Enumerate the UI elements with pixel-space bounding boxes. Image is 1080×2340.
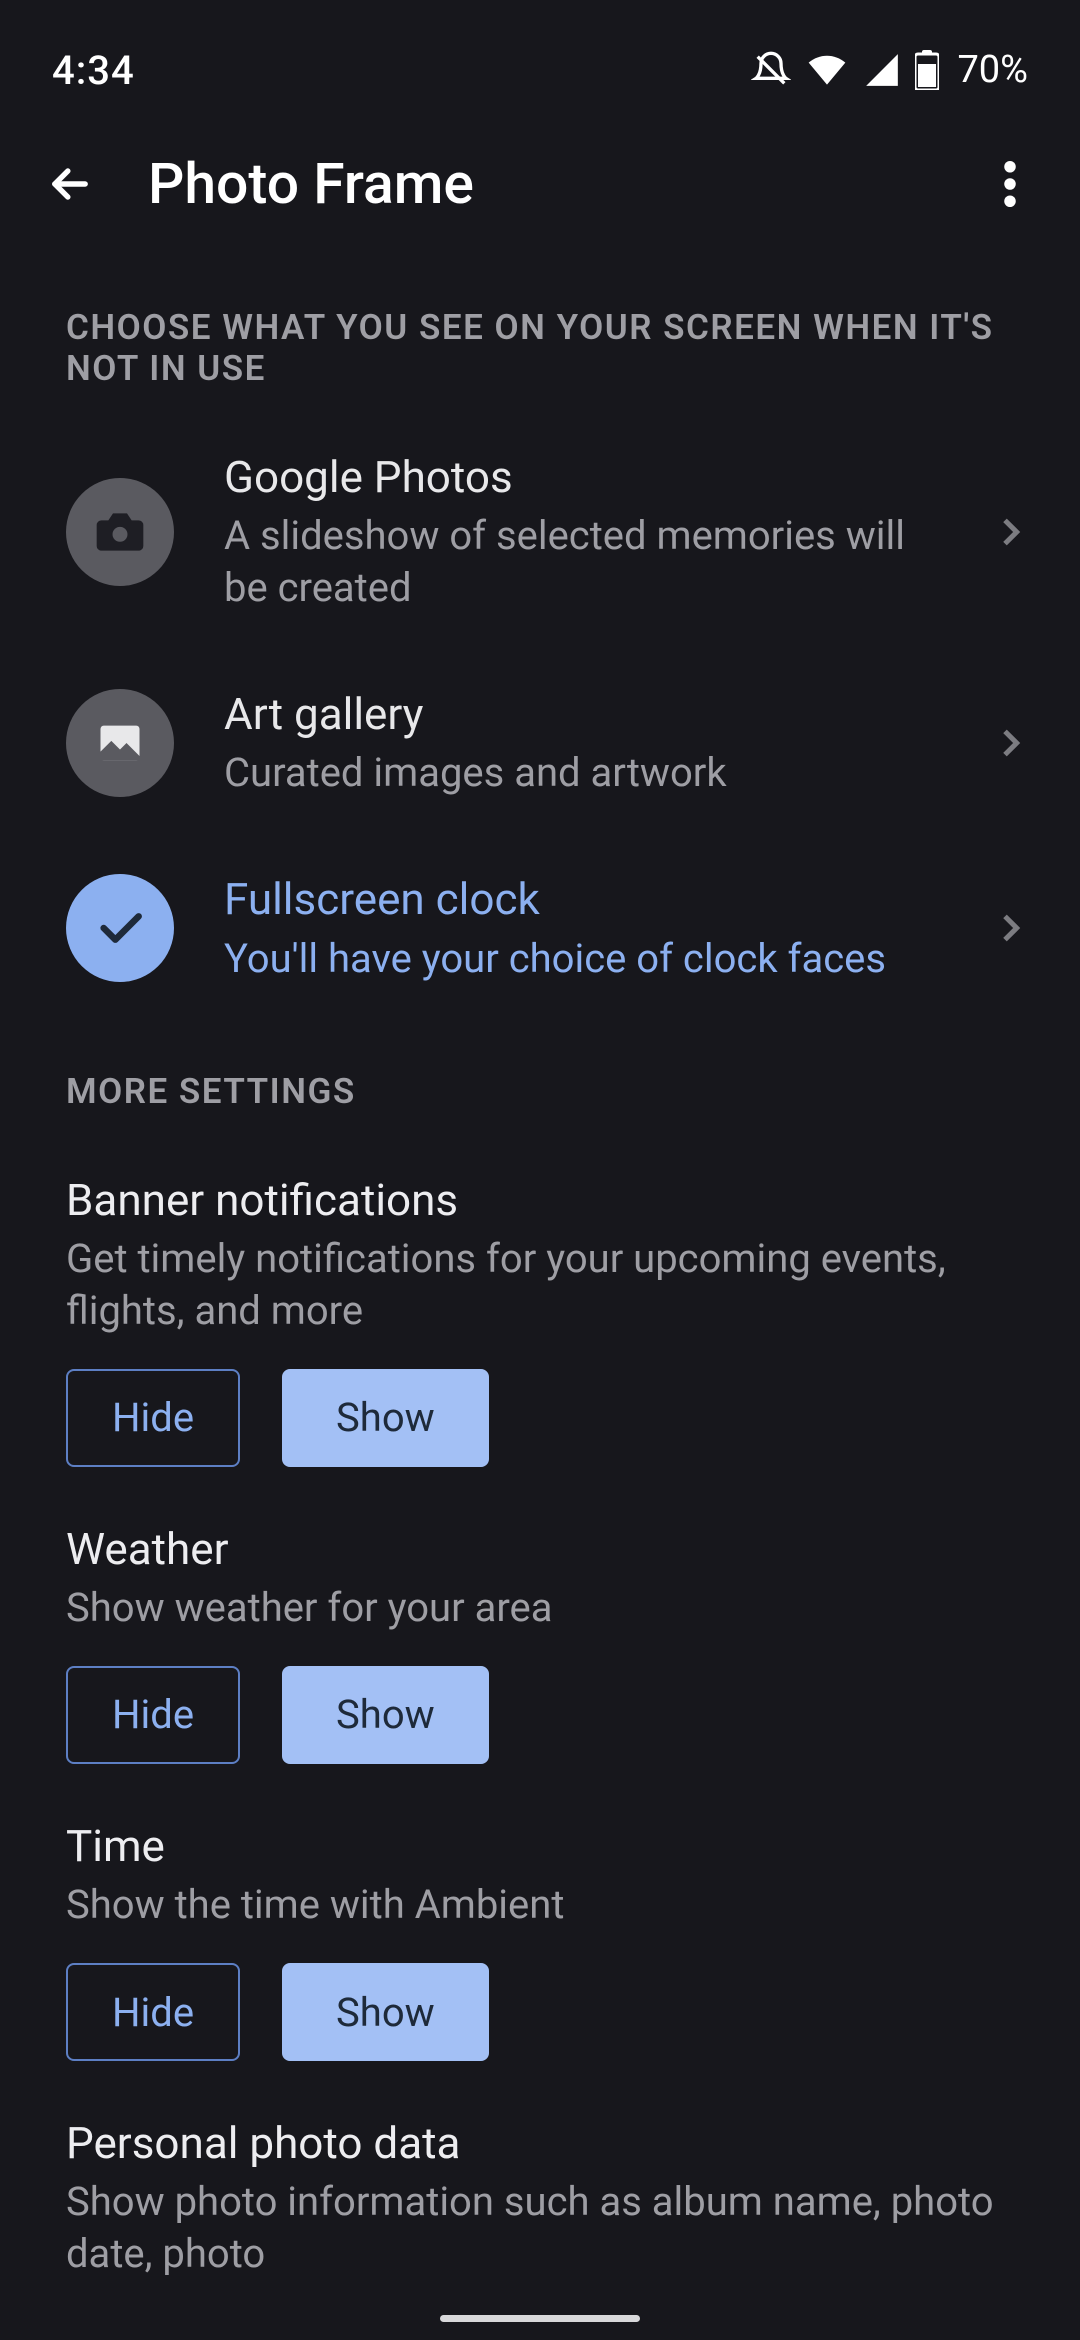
setting-subtitle: Show the time with Ambient xyxy=(66,1879,1014,1931)
option-title: Art gallery xyxy=(224,686,940,743)
dnd-off-icon xyxy=(751,50,791,90)
more-options-button[interactable] xyxy=(980,154,1040,214)
show-button[interactable]: Show xyxy=(282,1369,489,1467)
image-icon xyxy=(66,689,174,797)
setting-personal-photo-data: Personal photo data Show photo informati… xyxy=(0,2079,1080,2298)
section-header-more: MORE SETTINGS xyxy=(0,1021,1080,1136)
hide-button[interactable]: Hide xyxy=(66,1963,240,2061)
clock-text: 4:34 xyxy=(52,47,135,94)
wifi-icon xyxy=(805,48,849,92)
camera-icon xyxy=(66,478,174,586)
setting-title: Banner notifications xyxy=(66,1172,1014,1229)
chevron-right-icon xyxy=(990,512,1030,552)
check-icon xyxy=(66,874,174,982)
back-button[interactable] xyxy=(40,154,100,214)
setting-time: Time Show the time with Ambient Hide Sho… xyxy=(0,1782,1080,2079)
setting-title: Personal photo data xyxy=(66,2115,1014,2172)
battery-icon xyxy=(915,50,939,90)
setting-banner-notifications: Banner notifications Get timely notifica… xyxy=(0,1136,1080,1485)
show-button[interactable]: Show xyxy=(282,1963,489,2061)
setting-title: Weather xyxy=(66,1521,1014,1578)
option-subtitle: You'll have your choice of clock faces xyxy=(224,933,940,985)
hide-button[interactable]: Hide xyxy=(66,1369,240,1467)
chevron-right-icon xyxy=(990,908,1030,948)
more-vertical-icon xyxy=(1004,161,1016,207)
segmented-control: Hide Show xyxy=(66,1666,1014,1764)
status-icons: 70% xyxy=(751,48,1028,92)
status-bar: 4:34 70% xyxy=(0,0,1080,110)
section-header-choose: CHOOSE WHAT YOU SEE ON YOUR SCREEN WHEN … xyxy=(0,247,1080,413)
app-bar: Photo Frame xyxy=(0,110,1080,247)
back-arrow-icon xyxy=(44,158,96,210)
setting-weather: Weather Show weather for your area Hide … xyxy=(0,1485,1080,1782)
hide-button[interactable]: Hide xyxy=(66,1666,240,1764)
cellular-icon xyxy=(863,51,901,89)
setting-subtitle: Show photo information such as album nam… xyxy=(66,2176,1014,2280)
chevron-right-icon xyxy=(990,723,1030,763)
show-button[interactable]: Show xyxy=(282,1666,489,1764)
option-subtitle: A slideshow of selected memories will be… xyxy=(224,510,940,614)
page-title: Photo Frame xyxy=(148,150,932,217)
option-title: Fullscreen clock xyxy=(224,871,940,928)
option-title: Google Photos xyxy=(224,449,940,506)
setting-subtitle: Show weather for your area xyxy=(66,1582,1014,1634)
setting-subtitle: Get timely notifications for your upcomi… xyxy=(66,1233,1014,1337)
segmented-control: Hide Show xyxy=(66,1369,1014,1467)
segmented-control: Hide Show xyxy=(66,1963,1014,2061)
setting-title: Time xyxy=(66,1818,1014,1875)
battery-text: 70% xyxy=(957,48,1028,92)
option-fullscreen-clock[interactable]: Fullscreen clock You'll have your choice… xyxy=(0,835,1080,1020)
option-art-gallery[interactable]: Art gallery Curated images and artwork xyxy=(0,650,1080,835)
option-subtitle: Curated images and artwork xyxy=(224,747,940,799)
home-indicator[interactable] xyxy=(440,2315,640,2322)
option-google-photos[interactable]: Google Photos A slideshow of selected me… xyxy=(0,413,1080,650)
